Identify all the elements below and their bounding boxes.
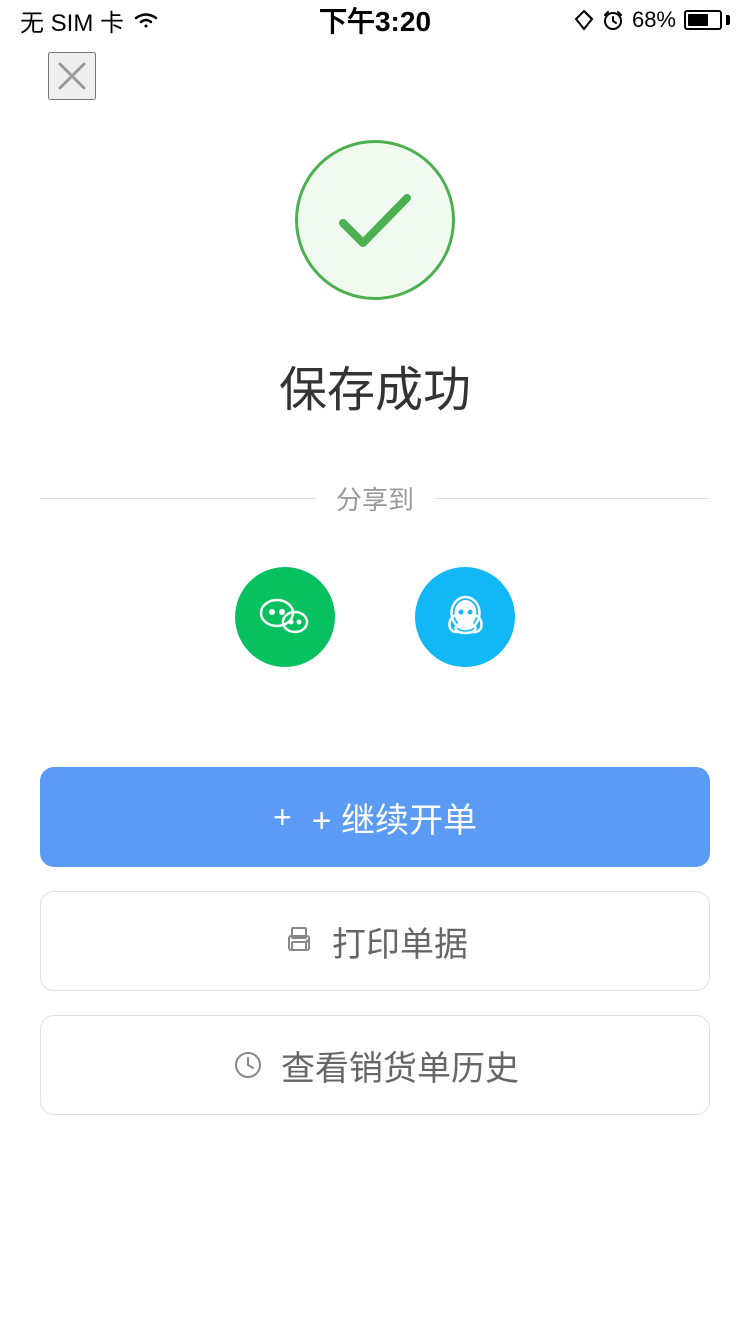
history-label: 查看销货单历史 bbox=[281, 1041, 519, 1090]
action-buttons: + + 继续开单 打印单据 查看销货单历史 bbox=[0, 767, 750, 1115]
continue-label: + 继续开单 bbox=[308, 793, 477, 842]
wechat-icon bbox=[255, 587, 315, 647]
divider-right bbox=[434, 498, 710, 499]
close-button[interactable] bbox=[48, 52, 96, 100]
battery-percentage: 68% bbox=[632, 7, 676, 33]
qq-share-button[interactable] bbox=[415, 567, 515, 667]
share-label: 分享到 bbox=[336, 480, 414, 517]
qq-icon bbox=[438, 590, 493, 645]
status-bar: 无 SIM 卡 下午3:20 68% bbox=[0, 0, 750, 40]
wechat-share-button[interactable] bbox=[235, 567, 335, 667]
share-divider: 分享到 bbox=[40, 480, 710, 517]
success-title: 保存成功 bbox=[279, 350, 471, 420]
history-button[interactable]: 查看销货单历史 bbox=[40, 1015, 710, 1115]
alarm-icon bbox=[602, 9, 624, 31]
checkmark-svg bbox=[335, 188, 415, 253]
continue-button[interactable]: + + 继续开单 bbox=[40, 767, 710, 867]
continue-icon: + bbox=[273, 799, 292, 836]
status-right: 68% bbox=[574, 7, 730, 33]
share-icons bbox=[40, 567, 710, 667]
wifi-icon bbox=[132, 10, 160, 30]
main-content: 保存成功 分享到 bbox=[0, 40, 750, 1115]
print-button[interactable]: 打印单据 bbox=[40, 891, 710, 991]
carrier-text: 无 SIM 卡 bbox=[20, 3, 124, 38]
battery-icon bbox=[684, 10, 730, 30]
share-section: 分享到 bbox=[0, 480, 750, 727]
divider-left bbox=[40, 498, 316, 499]
history-icon bbox=[231, 1048, 265, 1082]
print-label: 打印单据 bbox=[332, 917, 468, 966]
location-icon bbox=[574, 9, 594, 31]
status-time: 下午3:20 bbox=[319, 0, 431, 40]
status-carrier: 无 SIM 卡 bbox=[20, 3, 160, 38]
print-icon bbox=[282, 924, 316, 958]
success-icon bbox=[295, 140, 455, 300]
